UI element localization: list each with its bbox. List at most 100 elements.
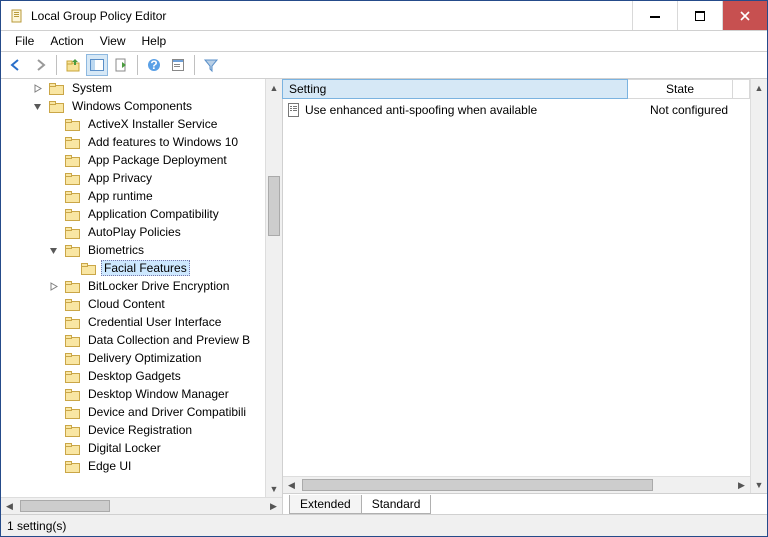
- forward-button[interactable]: [29, 54, 51, 76]
- properties-button[interactable]: [167, 54, 189, 76]
- tree-item-label: ActiveX Installer Service: [85, 117, 220, 131]
- tree-item-label: Desktop Window Manager: [85, 387, 232, 401]
- scroll-right-icon[interactable]: ▶: [733, 477, 750, 493]
- tree-item[interactable]: Data Collection and Preview B: [1, 331, 265, 349]
- expand-icon[interactable]: [49, 282, 65, 291]
- tree-item-label: System: [69, 81, 115, 95]
- scroll-down-icon[interactable]: ▼: [266, 480, 282, 497]
- hscroll-thumb[interactable]: [20, 500, 110, 512]
- tree-item[interactable]: System: [1, 79, 265, 97]
- view-tabs: Extended Standard: [283, 493, 767, 514]
- scroll-up-icon[interactable]: ▲: [266, 79, 282, 96]
- menu-view[interactable]: View: [92, 32, 134, 50]
- tree-item-label: Add features to Windows 10: [85, 135, 241, 149]
- tree-pane: System Windows Components ActiveX Installe…: [1, 79, 283, 514]
- tree-item[interactable]: Cloud Content: [1, 295, 265, 313]
- titlebar: Local Group Policy Editor: [1, 1, 767, 31]
- column-setting[interactable]: Setting: [282, 79, 628, 99]
- tree-item-label: App runtime: [85, 189, 156, 203]
- folder-icon: [65, 135, 81, 149]
- up-button[interactable]: [62, 54, 84, 76]
- expand-icon[interactable]: [33, 84, 49, 93]
- list-hscrollbar[interactable]: ◀ ▶: [283, 476, 750, 493]
- list-item[interactable]: Use enhanced anti-spoofing when availabl…: [287, 101, 746, 118]
- tree-item[interactable]: Credential User Interface: [1, 313, 265, 331]
- toolbar-sep: [194, 55, 195, 75]
- tree-item-label: Facial Features: [101, 260, 190, 276]
- tree-item[interactable]: Device and Driver Compatibili: [1, 403, 265, 421]
- close-button[interactable]: [722, 1, 767, 30]
- filter-button[interactable]: [200, 54, 222, 76]
- maximize-button[interactable]: [677, 1, 722, 30]
- tree-item-label: Biometrics: [85, 243, 147, 257]
- scroll-up-icon[interactable]: ▲: [751, 79, 767, 96]
- folder-icon: [65, 387, 81, 401]
- tree-item[interactable]: Application Compatibility: [1, 205, 265, 223]
- tree-item[interactable]: Edge UI: [1, 457, 265, 475]
- collapse-icon[interactable]: [33, 102, 49, 111]
- tree-item[interactable]: Facial Features: [1, 259, 265, 277]
- tree-item[interactable]: Biometrics: [1, 241, 265, 259]
- hscroll-thumb[interactable]: [302, 479, 653, 491]
- tree-vscrollbar[interactable]: ▲ ▼: [265, 79, 282, 497]
- folder-icon: [65, 153, 81, 167]
- vscroll-thumb[interactable]: [268, 176, 280, 236]
- menubar: File Action View Help: [1, 31, 767, 51]
- settings-pane: Setting State Use enhanced anti-spoofing…: [283, 79, 767, 514]
- tree-item[interactable]: Device Registration: [1, 421, 265, 439]
- back-button[interactable]: [5, 54, 27, 76]
- column-headers: Setting State: [283, 79, 750, 99]
- setting-name: Use enhanced anti-spoofing when availabl…: [305, 103, 646, 117]
- folder-icon: [49, 99, 65, 113]
- tree-item[interactable]: Windows Components: [1, 97, 265, 115]
- svg-text:?: ?: [150, 58, 157, 72]
- folder-icon: [65, 441, 81, 455]
- list-vscrollbar[interactable]: ▲ ▼: [750, 79, 767, 493]
- scroll-left-icon[interactable]: ◀: [283, 477, 300, 493]
- tree[interactable]: System Windows Components ActiveX Installe…: [1, 79, 265, 497]
- tree-item[interactable]: AutoPlay Policies: [1, 223, 265, 241]
- folder-icon: [65, 117, 81, 131]
- tree-item[interactable]: App Privacy: [1, 169, 265, 187]
- folder-icon: [65, 333, 81, 347]
- tab-extended[interactable]: Extended: [289, 495, 362, 514]
- tree-item[interactable]: App Package Deployment: [1, 151, 265, 169]
- tree-item-label: AutoPlay Policies: [85, 225, 184, 239]
- tab-standard[interactable]: Standard: [361, 495, 432, 514]
- settings-list[interactable]: Use enhanced anti-spoofing when availabl…: [283, 99, 750, 476]
- collapse-icon[interactable]: [49, 246, 65, 255]
- status-text: 1 setting(s): [7, 519, 66, 533]
- tree-item[interactable]: Add features to Windows 10: [1, 133, 265, 151]
- folder-icon: [65, 207, 81, 221]
- scroll-right-icon[interactable]: ▶: [265, 498, 282, 514]
- tree-item[interactable]: Desktop Window Manager: [1, 385, 265, 403]
- export-button[interactable]: [110, 54, 132, 76]
- tree-hscrollbar[interactable]: ◀ ▶: [1, 497, 282, 514]
- folder-icon: [65, 423, 81, 437]
- tree-item[interactable]: App runtime: [1, 187, 265, 205]
- menu-help[interactable]: Help: [134, 32, 175, 50]
- folder-icon: [81, 261, 97, 275]
- scroll-left-icon[interactable]: ◀: [1, 498, 18, 514]
- folder-icon: [65, 405, 81, 419]
- menu-action[interactable]: Action: [42, 32, 91, 50]
- help-button[interactable]: ?: [143, 54, 165, 76]
- tree-item-label: Credential User Interface: [85, 315, 224, 329]
- tree-item[interactable]: Delivery Optimization: [1, 349, 265, 367]
- window-title: Local Group Policy Editor: [31, 9, 632, 23]
- tree-item-label: Application Compatibility: [85, 207, 222, 221]
- scroll-down-icon[interactable]: ▼: [751, 476, 767, 493]
- tree-item-label: Data Collection and Preview B: [85, 333, 253, 347]
- menu-file[interactable]: File: [7, 32, 42, 50]
- minimize-button[interactable]: [632, 1, 677, 30]
- toolbar-sep: [137, 55, 138, 75]
- tree-item[interactable]: Digital Locker: [1, 439, 265, 457]
- tree-item[interactable]: Desktop Gadgets: [1, 367, 265, 385]
- tree-item[interactable]: ActiveX Installer Service: [1, 115, 265, 133]
- folder-icon: [49, 81, 65, 95]
- show-hide-tree-button[interactable]: [86, 54, 108, 76]
- folder-icon: [65, 315, 81, 329]
- column-state[interactable]: State: [628, 79, 733, 99]
- folder-icon: [65, 297, 81, 311]
- tree-item[interactable]: BitLocker Drive Encryption: [1, 277, 265, 295]
